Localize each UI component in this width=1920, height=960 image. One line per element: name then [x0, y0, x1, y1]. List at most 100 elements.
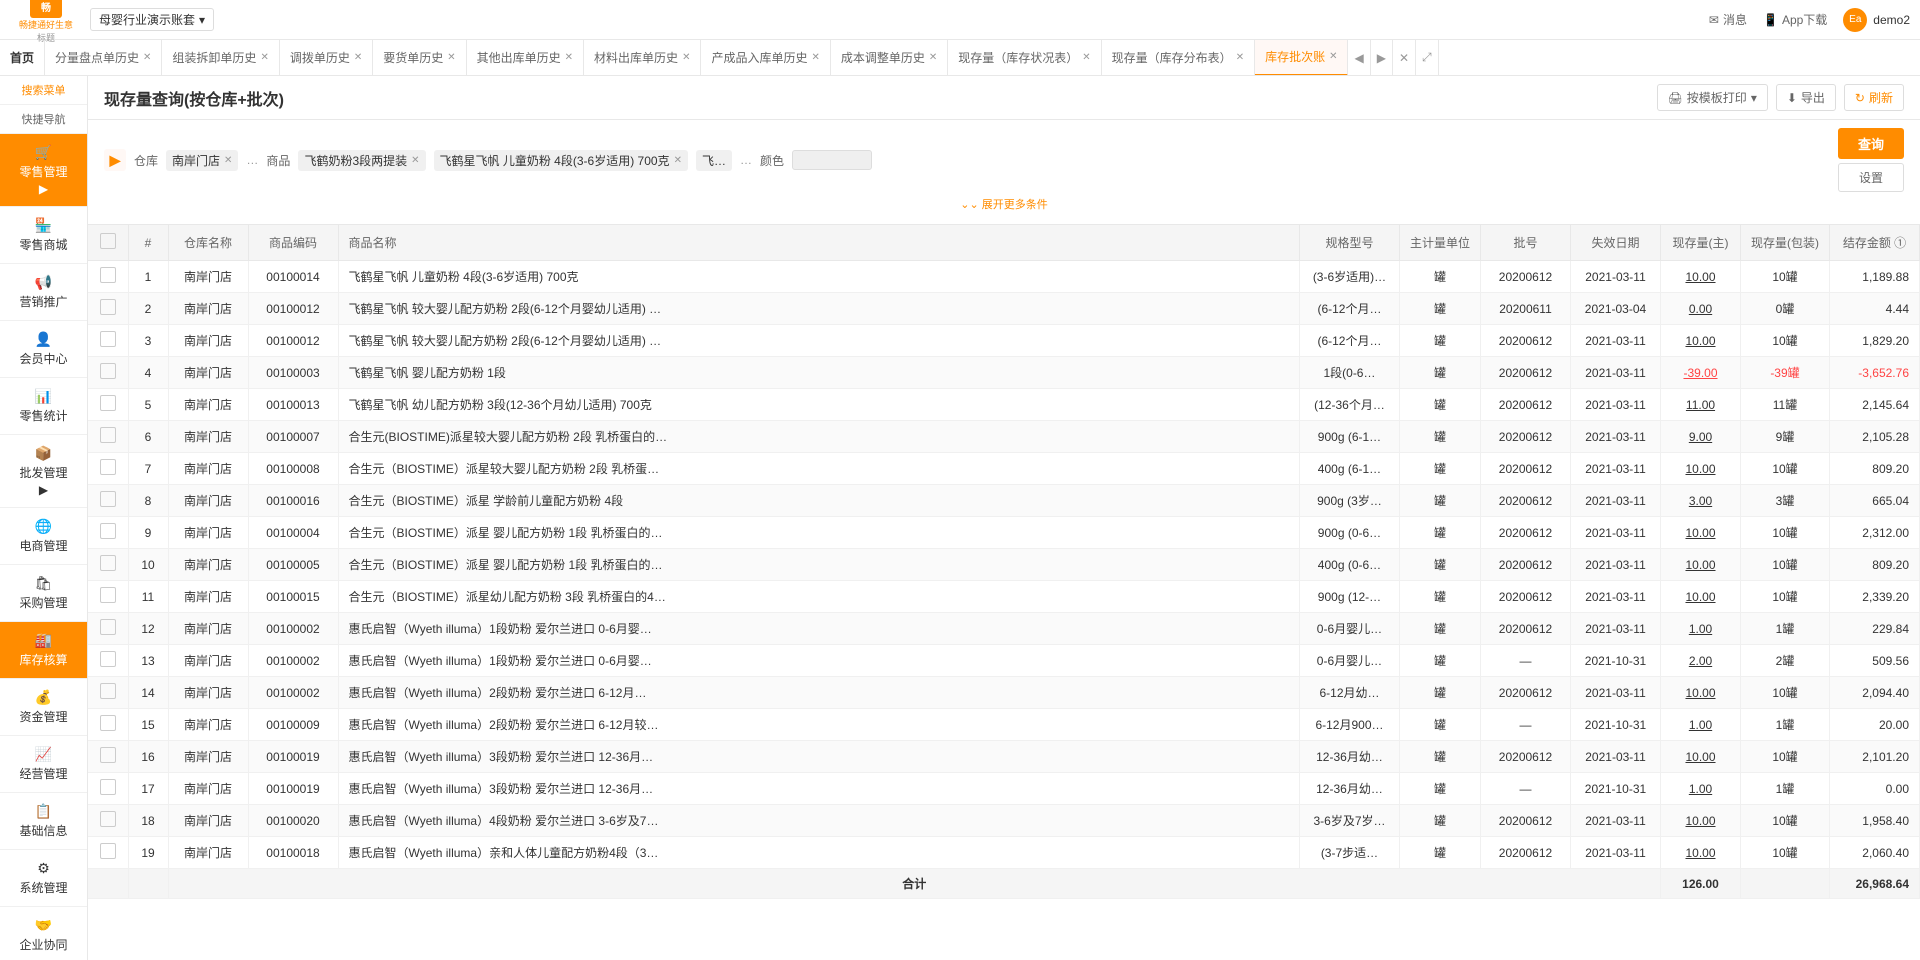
tab-fenpan[interactable]: 分量盘点单历史 ✕	[45, 40, 162, 76]
product-more-tag[interactable]: …	[740, 153, 752, 167]
cell-qty-main[interactable]: 10.00	[1661, 549, 1741, 581]
row-checkbox[interactable]	[100, 555, 116, 571]
sidebar-item-retail-mgmt[interactable]: 🛒 零售管理 ▶	[0, 134, 87, 207]
settings-btn[interactable]: 设置	[1838, 163, 1904, 192]
sidebar-search[interactable]: 搜索菜单	[0, 76, 87, 105]
row-checkbox[interactable]	[100, 459, 116, 475]
cell-qty-main[interactable]: 10.00	[1661, 805, 1741, 837]
cell-checkbox[interactable]	[88, 261, 128, 293]
row-checkbox[interactable]	[100, 683, 116, 699]
cell-checkbox[interactable]	[88, 357, 128, 389]
cell-qty-main[interactable]: 10.00	[1661, 517, 1741, 549]
product-tag-2-close[interactable]: ✕	[674, 155, 682, 166]
sidebar-item-finance[interactable]: 💰 资金管理	[0, 679, 87, 736]
warehouse-more-tag[interactable]: …	[246, 153, 258, 167]
qty-main-value[interactable]: 9.00	[1689, 430, 1712, 444]
refresh-btn[interactable]: ↻ 刷新	[1844, 84, 1904, 111]
user-area[interactable]: Ea demo2	[1843, 8, 1910, 32]
sidebar-item-retail-stats[interactable]: 📊 零售统计	[0, 378, 87, 435]
tab-fenpan-close[interactable]: ✕	[143, 52, 151, 63]
cell-qty-main[interactable]: 1.00	[1661, 773, 1741, 805]
tab-diaopan[interactable]: 调拨单历史 ✕	[280, 40, 373, 76]
cell-qty-main[interactable]: 10.00	[1661, 837, 1741, 869]
cell-qty-main[interactable]: 3.00	[1661, 485, 1741, 517]
qty-main-value[interactable]: 10.00	[1685, 558, 1715, 572]
tab-prev-btn[interactable]: ◀	[1348, 40, 1370, 76]
expand-more-row[interactable]: ⌄⌄ 展开更多条件	[104, 192, 1904, 216]
tab-zuzhuang[interactable]: 组装拆卸单历史 ✕	[162, 40, 279, 76]
row-checkbox[interactable]	[100, 747, 116, 763]
cell-qty-main[interactable]: 1.00	[1661, 613, 1741, 645]
row-checkbox[interactable]	[100, 267, 116, 283]
tab-chengben-close[interactable]: ✕	[929, 52, 937, 63]
cell-checkbox[interactable]	[88, 709, 128, 741]
tab-kucun-pici[interactable]: 库存批次账 ✕	[1255, 40, 1348, 76]
cell-checkbox[interactable]	[88, 677, 128, 709]
cell-checkbox[interactable]	[88, 581, 128, 613]
qty-main-value[interactable]: 1.00	[1689, 718, 1712, 732]
col-header-checkbox[interactable]	[88, 225, 128, 261]
row-checkbox[interactable]	[100, 619, 116, 635]
qty-main-value[interactable]: 10.00	[1685, 590, 1715, 604]
row-checkbox[interactable]	[100, 427, 116, 443]
cell-qty-main[interactable]: 10.00	[1661, 261, 1741, 293]
sidebar-item-inventory[interactable]: 🏭 库存核算	[0, 622, 87, 679]
tab-zuzhuang-close[interactable]: ✕	[260, 52, 268, 63]
qty-main-value[interactable]: 10.00	[1685, 334, 1715, 348]
row-checkbox[interactable]	[100, 651, 116, 667]
cell-checkbox[interactable]	[88, 453, 128, 485]
message-btn[interactable]: ✉ 消息	[1709, 11, 1747, 28]
header-checkbox[interactable]	[100, 233, 116, 249]
sidebar-item-ecommerce[interactable]: 🌐 电商管理	[0, 508, 87, 565]
row-checkbox[interactable]	[100, 523, 116, 539]
qty-main-value[interactable]: 2.00	[1689, 654, 1712, 668]
print-btn[interactable]: 🖨 按模板打印 ▾	[1657, 84, 1768, 111]
tab-home[interactable]: 首页	[0, 40, 45, 76]
tab-cailiao-chuku[interactable]: 材料出库单历史 ✕	[584, 40, 701, 76]
tab-chanpin-close[interactable]: ✕	[811, 52, 819, 63]
qty-main-value[interactable]: 10.00	[1685, 462, 1715, 476]
cell-checkbox[interactable]	[88, 805, 128, 837]
cell-qty-main[interactable]: 10.00	[1661, 453, 1741, 485]
product-tag-1-close[interactable]: ✕	[411, 155, 419, 166]
row-checkbox[interactable]	[100, 491, 116, 507]
tab-yaohuo[interactable]: 要货单历史 ✕	[373, 40, 466, 76]
warehouse-tag-close[interactable]: ✕	[224, 155, 232, 166]
sidebar-item-basic-info[interactable]: 📋 基础信息	[0, 793, 87, 850]
row-checkbox[interactable]	[100, 715, 116, 731]
cell-checkbox[interactable]	[88, 549, 128, 581]
cell-qty-main[interactable]: 9.00	[1661, 421, 1741, 453]
row-checkbox[interactable]	[100, 811, 116, 827]
row-checkbox[interactable]	[100, 843, 116, 859]
sidebar-item-marketing[interactable]: 📢 营销推广	[0, 264, 87, 321]
tab-yaohuo-close[interactable]: ✕	[447, 52, 455, 63]
tab-kucun-zhuangtai[interactable]: 现存量（库存状况表） ✕	[948, 40, 1101, 76]
qty-main-value[interactable]: 10.00	[1685, 750, 1715, 764]
qty-main-value[interactable]: 3.00	[1689, 494, 1712, 508]
cell-checkbox[interactable]	[88, 485, 128, 517]
tab-cailiao-close[interactable]: ✕	[682, 52, 690, 63]
industry-selector[interactable]: 母婴行业演示账套 ▾	[90, 8, 214, 31]
sidebar-item-retail-mall[interactable]: 🏪 零售商城	[0, 207, 87, 264]
cell-checkbox[interactable]	[88, 293, 128, 325]
qty-main-value[interactable]: -39.00	[1683, 366, 1717, 380]
tab-qita-close[interactable]: ✕	[565, 52, 573, 63]
tab-next-btn[interactable]: ▶	[1371, 40, 1393, 76]
qty-main-value[interactable]: 10.00	[1685, 526, 1715, 540]
qty-main-value[interactable]: 11.00	[1686, 398, 1715, 412]
row-checkbox[interactable]	[100, 779, 116, 795]
cell-checkbox[interactable]	[88, 421, 128, 453]
cell-checkbox[interactable]	[88, 645, 128, 677]
tab-close-all-btn[interactable]: ✕	[1393, 40, 1416, 76]
cell-qty-main[interactable]: 10.00	[1661, 325, 1741, 357]
filter-expand-btn[interactable]: ▶	[104, 149, 126, 171]
cell-checkbox[interactable]	[88, 773, 128, 805]
row-checkbox[interactable]	[100, 331, 116, 347]
tab-kucun-fenbuliang[interactable]: 现存量（库存分布表） ✕	[1102, 40, 1255, 76]
sidebar-item-operations[interactable]: 📈 经营管理	[0, 736, 87, 793]
cell-checkbox[interactable]	[88, 741, 128, 773]
qty-main-value[interactable]: 10.00	[1685, 846, 1715, 860]
sidebar-item-system[interactable]: ⚙ 系统管理	[0, 850, 87, 907]
tab-fullscreen-btn[interactable]: ⤢	[1416, 40, 1439, 76]
qty-main-value[interactable]: 0.00	[1689, 302, 1712, 316]
